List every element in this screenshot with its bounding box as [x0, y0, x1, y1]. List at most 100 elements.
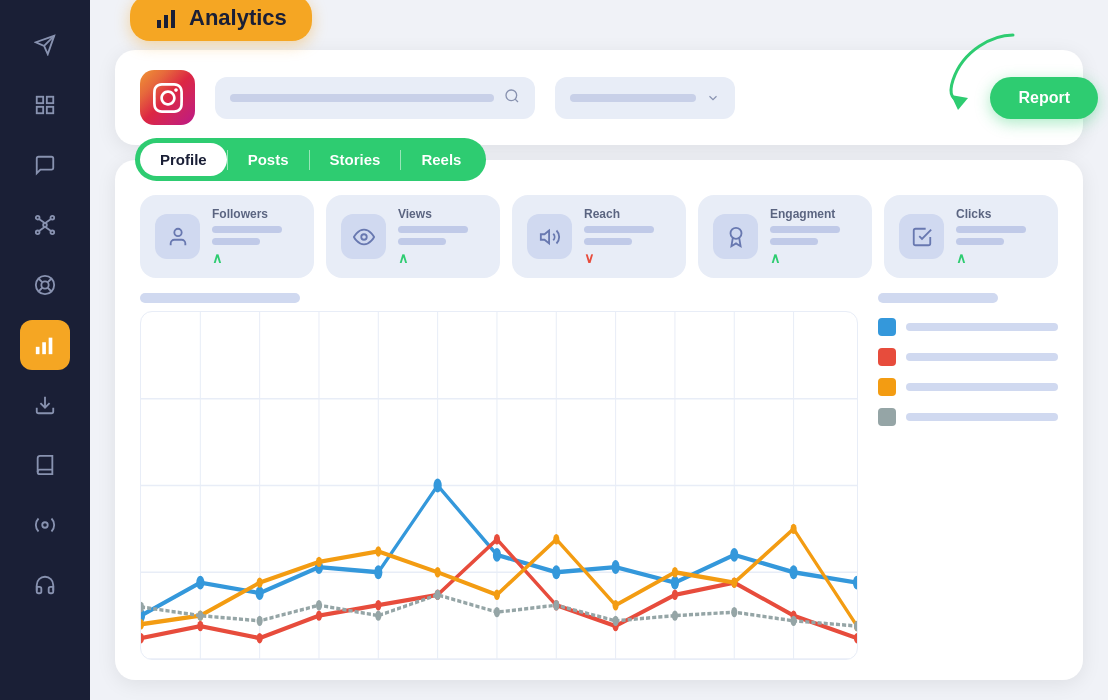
- sidebar-item-send[interactable]: [20, 20, 70, 70]
- tab-stories[interactable]: Stories: [310, 143, 401, 176]
- svg-rect-2: [37, 97, 43, 103]
- legend-item-blue: [878, 318, 1058, 336]
- tab-posts[interactable]: Posts: [228, 143, 309, 176]
- engagement-label: Engagment: [770, 207, 857, 221]
- svg-point-101: [791, 616, 797, 626]
- svg-point-92: [257, 616, 263, 626]
- views-label: Views: [398, 207, 485, 221]
- svg-point-29: [506, 90, 517, 101]
- legend-label-orange: [906, 383, 1058, 391]
- legend-dot-orange: [878, 378, 896, 396]
- chart-main: [140, 293, 858, 660]
- search-icon: [504, 88, 520, 108]
- sidebar-item-library[interactable]: [20, 440, 70, 490]
- svg-line-11: [39, 219, 45, 223]
- reach-subvalue: [584, 238, 632, 245]
- sidebar-item-headset[interactable]: [20, 560, 70, 610]
- svg-point-16: [41, 281, 48, 288]
- search-placeholder: [230, 94, 494, 102]
- svg-line-19: [48, 279, 52, 283]
- svg-point-8: [36, 216, 40, 220]
- engagement-trend: ∧: [770, 250, 857, 266]
- search-input-area[interactable]: [215, 77, 535, 119]
- dropdown-placeholder: [570, 94, 696, 102]
- svg-point-59: [612, 560, 620, 574]
- sidebar-item-download[interactable]: [20, 380, 70, 430]
- svg-point-52: [196, 576, 204, 590]
- svg-line-20: [39, 288, 43, 292]
- svg-point-64: [141, 633, 144, 643]
- views-info: Views ∧: [398, 207, 485, 266]
- sidebar-item-dashboard[interactable]: [20, 80, 70, 130]
- engagement-value: [770, 226, 840, 233]
- svg-line-13: [45, 227, 51, 231]
- svg-point-80: [316, 557, 322, 567]
- tabs-container: Profile Posts Stories Reels: [135, 138, 486, 181]
- legend-dot-gray: [878, 408, 896, 426]
- reach-value: [584, 226, 654, 233]
- legend-label-red: [906, 353, 1058, 361]
- svg-point-76: [854, 633, 857, 643]
- svg-point-70: [494, 534, 500, 544]
- legend-dot-blue: [878, 318, 896, 336]
- svg-rect-4: [37, 107, 43, 113]
- svg-line-18: [48, 288, 52, 292]
- sidebar-item-support[interactable]: [20, 260, 70, 310]
- svg-point-83: [494, 590, 500, 600]
- svg-point-66: [257, 633, 263, 643]
- metric-card-followers: Followers ∧: [140, 195, 314, 278]
- followers-value: [212, 226, 282, 233]
- legend-label-gray: [906, 413, 1058, 421]
- main-content: Analytics Report Profile: [90, 0, 1108, 700]
- followers-icon: [155, 214, 200, 259]
- svg-line-12: [45, 219, 51, 223]
- legend-item-orange: [878, 378, 1058, 396]
- clicks-subvalue: [956, 238, 1004, 245]
- svg-point-67: [316, 610, 322, 620]
- svg-marker-31: [951, 95, 968, 110]
- instagram-icon: [140, 70, 195, 125]
- metrics-row: Followers ∧ Views ∧: [140, 195, 1058, 278]
- svg-point-68: [375, 600, 381, 610]
- dropdown-selector[interactable]: [555, 77, 735, 119]
- svg-point-25: [42, 522, 48, 528]
- metric-card-views: Views ∧: [326, 195, 500, 278]
- svg-point-57: [493, 548, 501, 562]
- sidebar-item-messages[interactable]: [20, 140, 70, 190]
- svg-point-61: [730, 548, 738, 562]
- tab-reels[interactable]: Reels: [401, 143, 481, 176]
- followers-label: Followers: [212, 207, 299, 221]
- bottom-card: Profile Posts Stories Reels Follow: [115, 160, 1083, 680]
- views-value: [398, 226, 468, 233]
- sidebar-item-analytics[interactable]: [20, 320, 70, 370]
- sidebar-item-network[interactable]: [20, 200, 70, 250]
- svg-point-81: [375, 546, 381, 556]
- tab-profile[interactable]: Profile: [140, 143, 227, 176]
- svg-point-60: [671, 576, 679, 590]
- chart-section: [140, 293, 1058, 660]
- analytics-badge: Analytics: [130, 0, 312, 41]
- svg-point-62: [789, 565, 797, 579]
- svg-marker-34: [540, 230, 548, 243]
- svg-line-14: [39, 227, 45, 231]
- clicks-icon: [899, 214, 944, 259]
- report-button[interactable]: Report: [990, 77, 1098, 119]
- legend-items: [878, 318, 1058, 426]
- clicks-trend: ∧: [956, 250, 1043, 266]
- sidebar: [0, 0, 90, 700]
- svg-point-33: [361, 234, 367, 240]
- svg-rect-21: [36, 347, 40, 354]
- svg-point-94: [375, 610, 381, 620]
- svg-point-9: [51, 231, 55, 235]
- legend-dot-red: [878, 348, 896, 366]
- followers-info: Followers ∧: [212, 207, 299, 266]
- svg-point-99: [672, 610, 678, 620]
- svg-point-32: [174, 228, 181, 235]
- svg-point-6: [43, 223, 47, 227]
- svg-line-30: [515, 99, 518, 102]
- svg-point-10: [36, 231, 40, 235]
- svg-rect-28: [171, 10, 175, 28]
- sidebar-item-tools[interactable]: [20, 500, 70, 550]
- engagement-icon: [713, 214, 758, 259]
- clicks-info: Clicks ∧: [956, 207, 1043, 266]
